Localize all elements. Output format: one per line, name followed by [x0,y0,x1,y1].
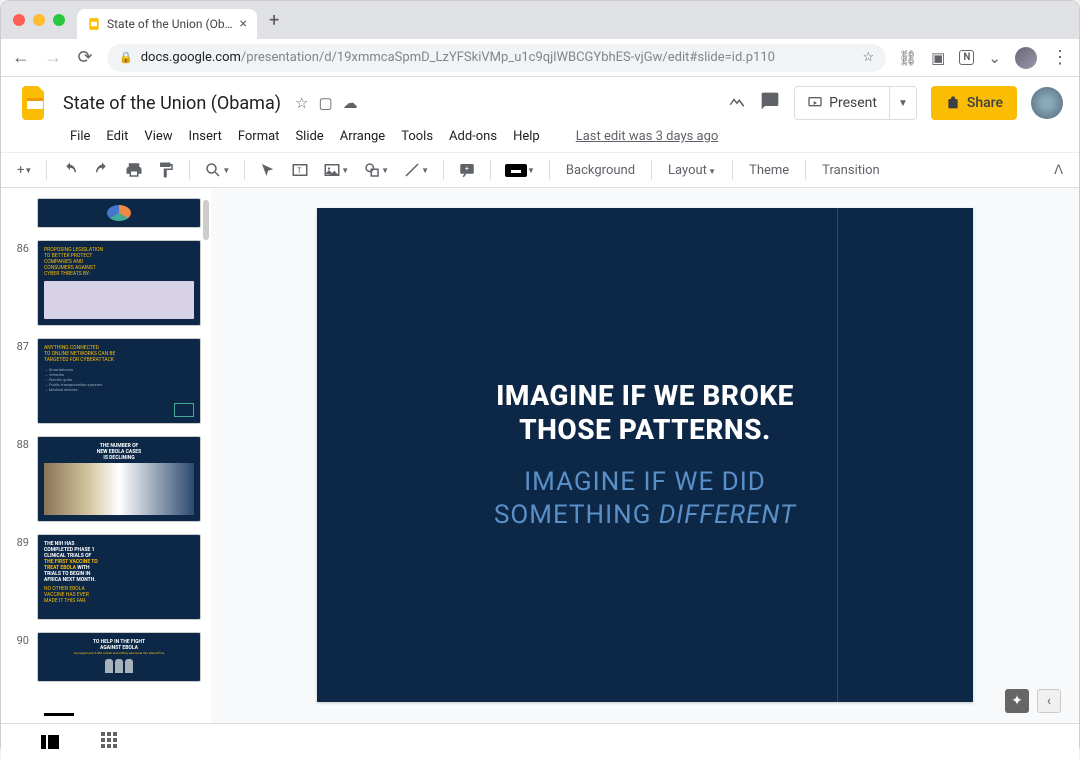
comment-tool[interactable]: + [452,157,482,183]
document-title[interactable]: State of the Union (Obama) [63,93,281,114]
slide-canvas[interactable]: IMAGINE IF WE BROKETHOSE PATTERNS. IMAGI… [211,188,1079,723]
menu-slide[interactable]: Slide [288,125,330,148]
cloud-status-icon: ☁ [343,94,358,112]
browser-tabstrip: State of the Union (Obama) - G × + [77,1,287,39]
thumb-number [11,198,29,200]
app-body: 86 PROPOSING LEGISLATIONTO BETTER PROTEC… [1,188,1079,723]
thumb-number: 88 [11,436,29,451]
theme-button[interactable]: Theme [741,159,797,182]
lock-icon: 🔒 [119,51,133,64]
new-tab-button[interactable]: + [261,10,287,31]
menu-insert[interactable]: Insert [182,125,229,148]
undo-button[interactable] [55,157,85,183]
slide-heading: IMAGINE IF WE BROKETHOSE PATTERNS. [494,379,796,446]
fill-color-tool[interactable]: ▬▼ [499,160,541,181]
shape-tool[interactable]: ▼ [357,157,395,183]
svg-text:+: + [465,164,469,173]
transition-button[interactable]: Transition [814,159,888,182]
scrollbar-thumb[interactable] [203,200,209,240]
menu-bar: File Edit View Insert Format Slide Arran… [17,121,1063,152]
maximize-window-button[interactable] [53,14,65,26]
pocket-icon[interactable]: ⌄ [988,49,1001,67]
menu-edit[interactable]: Edit [99,125,135,148]
thumb-number: 90 [11,632,29,647]
move-document-icon[interactable]: ▢ [318,94,332,112]
thumb-number: 87 [11,338,29,353]
thumb-number: 86 [11,240,29,255]
textbox-tool[interactable]: T [285,157,315,183]
line-tool[interactable]: ▼ [397,157,435,183]
present-button[interactable]: Present ▼ [794,86,917,120]
window-titlebar: State of the Union (Obama) - G × + [1,1,1079,39]
slide-thumbnail[interactable]: ANYTHING CONNECTEDTO ONLINE NETWORKS CAN… [37,338,201,424]
svg-text:T: T [297,166,302,175]
address-bar[interactable]: 🔒 docs.google.com/presentation/d/19xmmca… [107,44,886,72]
paint-format-button[interactable] [151,157,181,183]
menu-help[interactable]: Help [506,125,547,148]
app-header: State of the Union (Obama) ☆ ▢ ☁ Present… [1,77,1079,152]
star-document-icon[interactable]: ☆ [295,94,308,112]
print-button[interactable] [119,157,149,183]
browser-toolbar: ← → ⟳ 🔒 docs.google.com/presentation/d/1… [1,39,1079,77]
browser-menu-button[interactable]: ⋮ [1051,47,1069,68]
slide-content: IMAGINE IF WE BROKETHOSE PATTERNS. IMAGI… [494,379,796,531]
extension-icon[interactable]: ⛓ [898,49,917,67]
zoom-button[interactable]: ▼ [198,157,236,183]
close-window-button[interactable] [13,14,25,26]
traffic-lights [13,14,65,26]
slide-subheading: IMAGINE IF WE DIDSOMETHING DIFFERENT [494,466,796,531]
slide-thumbnail[interactable]: TO HELP IN THE FIGHTAGAINST EBOLAwe surg… [37,632,201,682]
menu-view[interactable]: View [137,125,179,148]
profile-avatar[interactable] [1015,47,1037,69]
last-edit-link[interactable]: Last edit was 3 days ago [569,125,726,148]
comments-icon[interactable] [760,91,780,116]
tab-title: State of the Union (Obama) - G [107,17,234,31]
forward-button[interactable]: → [43,47,63,68]
layout-button[interactable]: Layout ▼ [660,159,724,182]
slides-logo-icon[interactable] [17,85,53,121]
current-slide[interactable]: IMAGINE IF WE BROKETHOSE PATTERNS. IMAGI… [317,208,973,702]
thumbnail-strip[interactable]: 86 PROPOSING LEGISLATIONTO BETTER PROTEC… [1,188,211,723]
filmstrip-view-button[interactable] [41,734,59,753]
reload-button[interactable]: ⟳ [75,47,95,68]
background-button[interactable]: Background [558,159,643,182]
slide-thumbnail[interactable]: THE NIH HASCOMPLETED PHASE 1CLINICAL TRI… [37,534,201,620]
menu-addons[interactable]: Add-ons [442,125,504,148]
slide-thumbnail[interactable]: PROPOSING LEGISLATIONTO BETTER PROTECTCO… [37,240,201,326]
explore-button[interactable]: ✦ [1005,689,1029,713]
guide-line [837,208,838,702]
activity-icon[interactable] [728,92,746,115]
new-slide-button[interactable]: +▼ [11,159,38,182]
extension-icon[interactable]: N [959,50,974,65]
extension-icon[interactable]: ▣ [931,49,945,67]
view-switcher [1,723,1079,759]
grid-view-button[interactable] [101,732,117,752]
thumb-number: 89 [11,534,29,549]
slide-thumbnail[interactable]: THE NUMBER OFNEW EBOLA CASESIS DECLINING [37,436,201,522]
extension-icons: ⛓ ▣ N ⌄ ⋮ [898,47,1069,69]
browser-tab[interactable]: State of the Union (Obama) - G × [77,9,257,39]
menu-arrange[interactable]: Arrange [333,125,392,148]
collapse-toolbar-button[interactable]: ᐱ [1048,159,1069,182]
star-icon[interactable]: ☆ [862,50,874,65]
redo-button[interactable] [87,157,117,183]
share-button[interactable]: Share [931,86,1017,120]
expand-button[interactable]: ‹ [1037,689,1061,713]
menu-file[interactable]: File [63,125,97,148]
back-button[interactable]: ← [11,47,31,68]
slide-thumbnail[interactable] [37,198,201,228]
toolbar: +▼ ▼ T ▼ ▼ ▼ + ▬▼ Background Layout ▼ Th… [1,152,1079,188]
menu-tools[interactable]: Tools [394,125,440,148]
minimize-window-button[interactable] [33,14,45,26]
close-tab-icon[interactable]: × [240,16,247,32]
url-text: docs.google.com/presentation/d/19xmmcaSp… [141,50,775,65]
menu-format[interactable]: Format [231,125,287,148]
slides-favicon-icon [87,17,101,31]
image-tool[interactable]: ▼ [317,157,355,183]
select-tool[interactable] [253,157,283,183]
present-dropdown[interactable]: ▼ [890,98,916,109]
account-avatar[interactable] [1031,87,1063,119]
